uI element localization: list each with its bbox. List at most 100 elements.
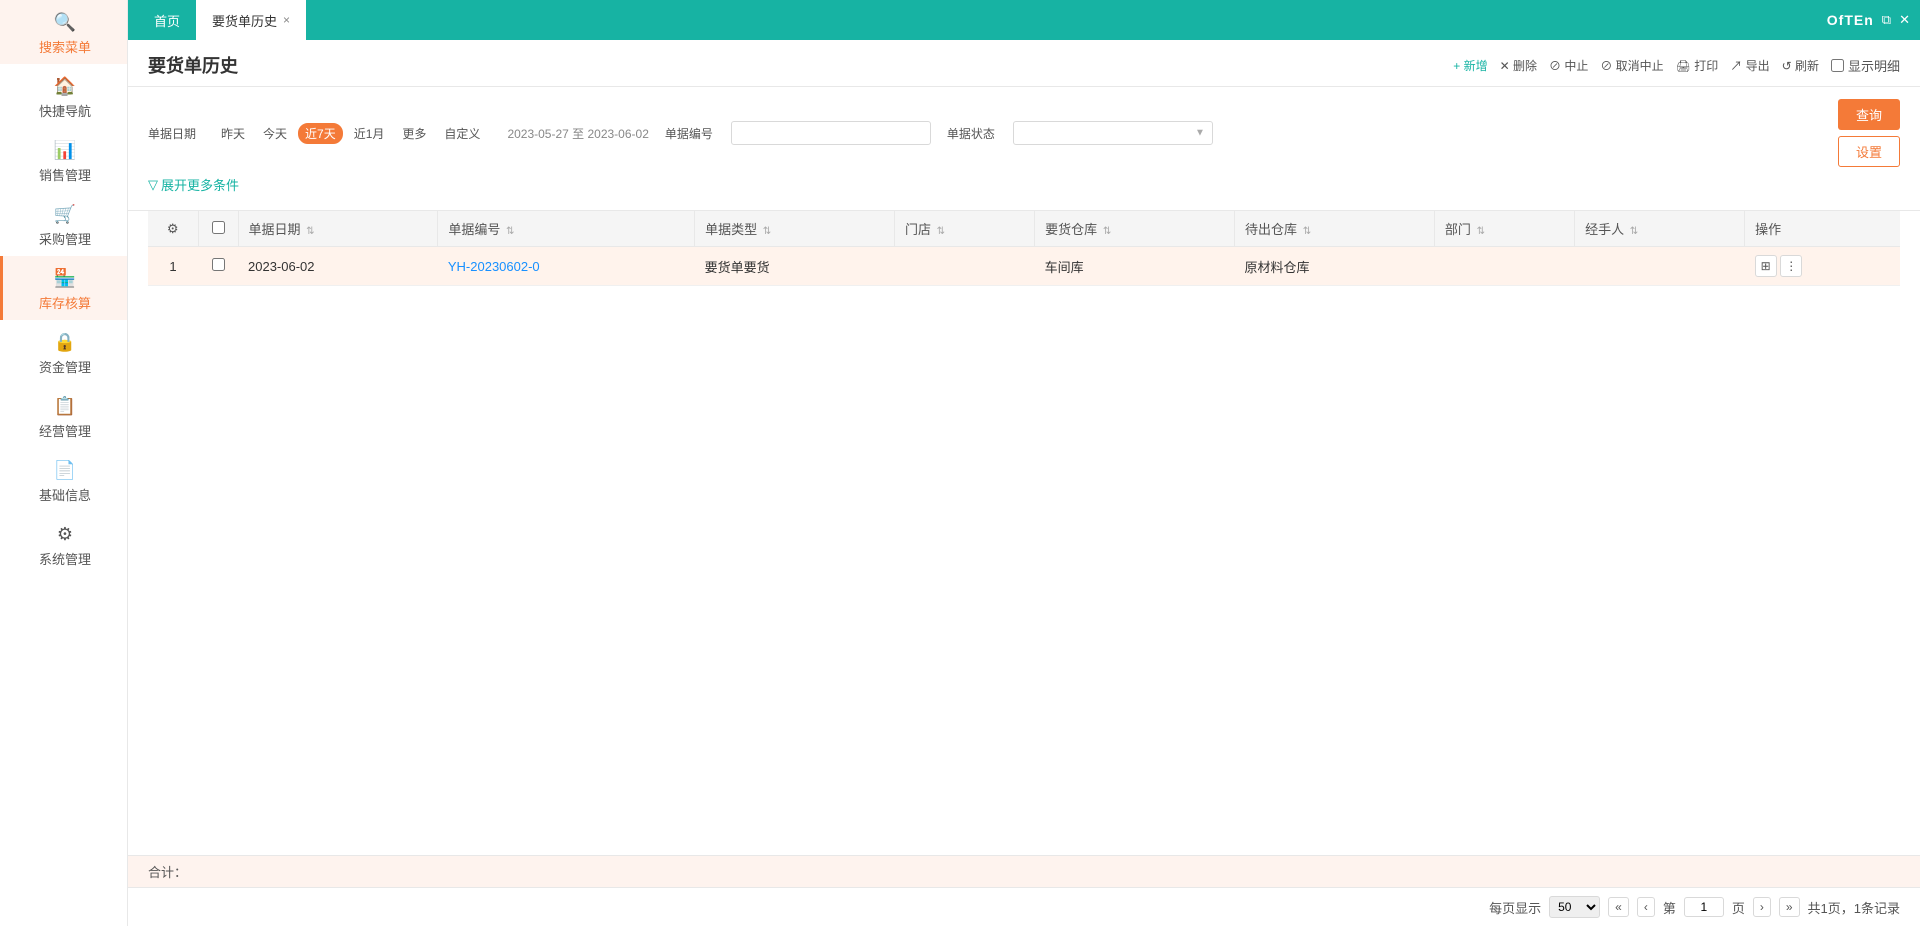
col-checkbox[interactable] [198,211,238,247]
col-operation: 操作 [1745,211,1900,247]
expand-icon: ▽ [148,177,158,193]
tab-requisition-history[interactable]: 要货单历史 × [196,0,306,40]
delete-button[interactable]: ✕ 删除 [1500,57,1537,74]
display-detail-checkbox[interactable]: 显示明细 [1831,56,1900,75]
date-btn-today[interactable]: 今天 [256,123,294,144]
sidebar-item-finance-mgmt[interactable]: 🔒 资金管理 [0,320,127,384]
sidebar-item-operation-mgmt[interactable]: 📋 经营管理 [0,384,127,448]
export-button[interactable]: ↗ 导出 [1730,57,1769,74]
table-settings-icon[interactable]: ⚙ [167,221,179,236]
page-header: 要货单历史 + 新增 ✕ 删除 ⊘ 中止 ⊘ 取消中止 🖨 打印 ↗ 导出 ↺ … [128,40,1920,87]
col-handler: 经手人 ⇅ [1575,211,1745,247]
row-checkbox[interactable] [212,258,225,271]
operation-icon: 📋 [54,396,76,417]
sales-icon: 📊 [54,140,76,161]
filter-settings-button[interactable]: 设置 [1838,136,1900,167]
search-menu-icon: 🔍 [54,12,76,33]
row-doc-type: 要货单要货 [695,247,895,286]
doc-no-label: 单据编号 [665,125,715,142]
inventory-icon: 🏪 [54,268,76,289]
col-doc-no: 单据编号 ⇅ [438,211,695,247]
col-settings[interactable]: ⚙ [148,211,198,247]
date-btn-yesterday[interactable]: 昨天 [214,123,252,144]
main-area: 首页 要货单历史 × OfTEn ⧉ ✕ 要货单历史 + 新增 ✕ 删除 ⊘ 中… [128,0,1920,926]
row-more-button[interactable]: ⋮ [1780,255,1802,277]
sidebar-item-search-menu[interactable]: 🔍 搜索菜单 [0,0,127,64]
row-handler [1575,247,1745,286]
system-icon: ⚙ [57,524,73,545]
sidebar-item-quick-nav[interactable]: 🏠 快捷导航 [0,64,127,128]
row-store [895,247,1035,286]
date-range-display: 2023-05-27 至 2023-06-02 [507,125,648,142]
window-close-button[interactable]: ✕ [1899,12,1910,28]
sort-icon-dept[interactable]: ⇅ [1477,226,1485,237]
top-nav: 首页 要货单历史 × OfTEn ⧉ ✕ [128,0,1920,40]
sidebar-item-label: 快捷导航 [39,101,91,120]
sidebar-item-label: 库存核算 [39,293,91,312]
date-btn-more[interactable]: 更多 [395,123,433,144]
total-label: 合计： [148,865,187,880]
cancel-stop-button[interactable]: ⊘ 取消中止 [1600,57,1663,74]
date-btn-custom[interactable]: 自定义 [437,123,487,144]
sidebar-item-sales-mgmt[interactable]: 📊 销售管理 [0,128,127,192]
last-page-button[interactable]: » [1779,897,1800,917]
pagination-bar: 每页显示 50 100 « ‹ 第 页 › » 共1页，1条记录 [128,887,1920,926]
stop-button[interactable]: ⊘ 中止 [1549,57,1588,74]
select-all-checkbox[interactable] [212,221,225,234]
row-doc-date: 2023-06-02 [238,247,438,286]
basic-info-icon: 📄 [54,460,76,481]
prev-page-button[interactable]: ‹ [1637,897,1655,917]
sidebar-item-purchase-mgmt[interactable]: 🛒 采购管理 [0,192,127,256]
display-detail-input[interactable] [1831,59,1844,72]
sidebar-item-system-mgmt[interactable]: ⚙ 系统管理 [0,512,127,576]
next-page-button[interactable]: › [1753,897,1771,917]
row-req-warehouse: 车间库 [1035,247,1235,286]
sort-icon-doc-no[interactable]: ⇅ [506,226,514,237]
doc-no-input[interactable] [731,121,931,145]
tab-home[interactable]: 首页 [138,0,196,40]
expand-filter-button[interactable]: ▽ 展开更多条件 [148,175,239,194]
sort-icon-store[interactable]: ⇅ [937,226,945,237]
date-filter-label: 单据日期 [148,125,198,142]
total-info: 共1页，1条记录 [1808,898,1900,917]
sort-icon-req-warehouse[interactable]: ⇅ [1103,226,1111,237]
table-body: 1 2023-06-02 YH-20230602-0 要货单要货 车间库 原材料… [148,247,1900,286]
filter-row-expand: ▽ 展开更多条件 [148,175,1900,194]
doc-status-select[interactable] [1013,121,1213,145]
first-page-button[interactable]: « [1608,897,1629,917]
row-checkbox-cell[interactable] [198,247,238,286]
row-view-button[interactable]: ⊞ [1755,255,1777,277]
sort-icon-pending-warehouse[interactable]: ⇅ [1303,226,1311,237]
sort-icon-doc-date[interactable]: ⇅ [306,226,314,237]
new-button[interactable]: + 新增 [1453,57,1487,74]
per-page-select[interactable]: 50 100 [1549,896,1600,918]
finance-icon: 🔒 [54,332,76,353]
window-restore-button[interactable]: ⧉ [1882,12,1891,28]
per-page-label: 每页显示 [1489,898,1541,917]
query-button[interactable]: 查询 [1838,99,1900,130]
sidebar-item-inventory[interactable]: 🏪 库存核算 [0,256,127,320]
sidebar-item-label: 经营管理 [39,421,91,440]
sidebar-item-label: 销售管理 [39,165,91,184]
home-icon: 🏠 [54,76,76,97]
tab-close-button[interactable]: × [283,13,290,27]
sort-icon-handler[interactable]: ⇅ [1630,226,1638,237]
page-input[interactable] [1684,897,1724,917]
sort-icon-doc-type[interactable]: ⇅ [763,226,771,237]
doc-status-select-wrap [1013,121,1213,145]
print-button[interactable]: 🖨 打印 [1676,57,1719,74]
col-pending-warehouse: 待出仓库 ⇅ [1235,211,1435,247]
header-actions: + 新增 ✕ 删除 ⊘ 中止 ⊘ 取消中止 🖨 打印 ↗ 导出 ↺ 刷新 显示明… [1453,56,1900,75]
refresh-button[interactable]: ↺ 刷新 [1782,57,1819,74]
sidebar-item-basic-info[interactable]: 📄 基础信息 [0,448,127,512]
page-suffix: 页 [1732,898,1745,917]
row-doc-no[interactable]: YH-20230602-0 [438,247,695,286]
date-btn-last7days[interactable]: 近7天 [298,123,343,144]
sidebar-item-label: 搜索菜单 [39,37,91,56]
date-btn-last1month[interactable]: 近1月 [347,123,392,144]
date-filter-buttons: 昨天 今天 近7天 近1月 更多 自定义 [214,123,487,144]
row-num: 1 [148,247,198,286]
filter-area: 单据日期 昨天 今天 近7天 近1月 更多 自定义 2023-05-27 至 2… [128,87,1920,211]
sidebar-item-label: 基础信息 [39,485,91,504]
col-doc-date: 单据日期 ⇅ [238,211,438,247]
